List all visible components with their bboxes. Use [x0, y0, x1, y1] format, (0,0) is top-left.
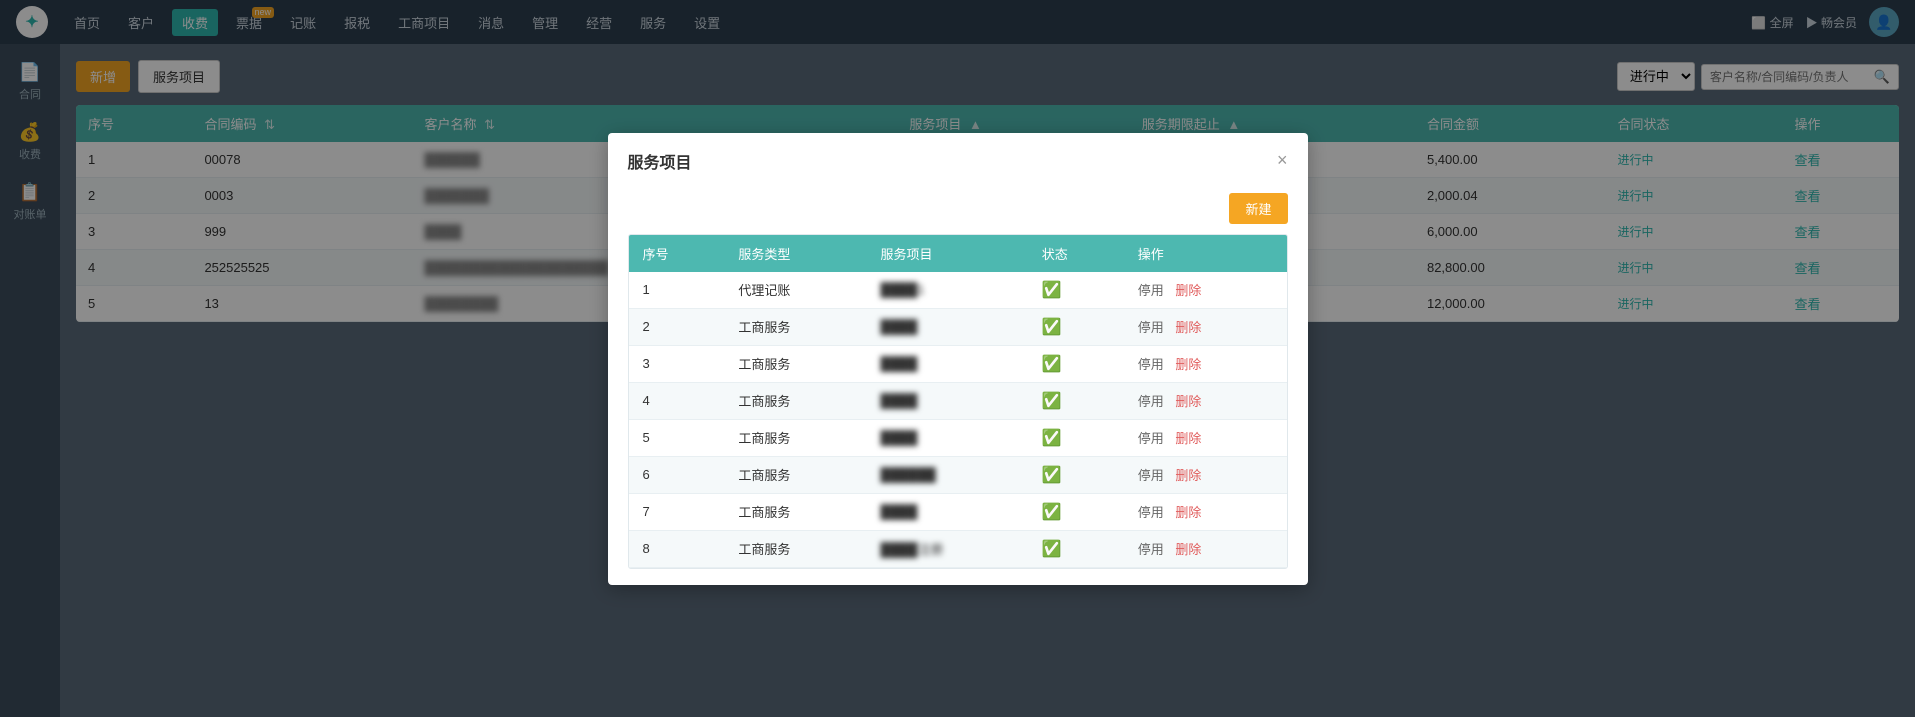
modal-cell-seq: 7	[629, 493, 725, 530]
modal-new-button[interactable]: 新建	[1229, 193, 1287, 224]
service-modal: 服务项目 × 新建 序号 服务类型 服务项目 状态 操作	[608, 133, 1308, 585]
modal-cell-action[interactable]: 停用 删除	[1124, 272, 1287, 309]
modal-cell-status: ✅	[1028, 345, 1124, 382]
modal-table-row: 4 工商服务 ████ ✅ 停用 删除	[629, 382, 1287, 419]
modal-cell-item: ████	[866, 382, 1027, 419]
modal-cell-item: ████1	[866, 272, 1027, 309]
modal-cell-item: ██████	[866, 456, 1027, 493]
status-check-icon: ✅	[1042, 541, 1062, 558]
modal-cell-item: ████	[866, 308, 1027, 345]
modal-table-header-row: 序号 服务类型 服务项目 状态 操作	[629, 235, 1287, 272]
modal-cell-seq: 6	[629, 456, 725, 493]
modal-table-row: 3 工商服务 ████ ✅ 停用 删除	[629, 345, 1287, 382]
modal-cell-seq: 4	[629, 382, 725, 419]
modal-col-type: 服务类型	[724, 235, 866, 272]
modal-cell-type: 代理记账	[724, 272, 866, 309]
status-check-icon: ✅	[1042, 430, 1062, 447]
modal-cell-type: 工商服务	[724, 456, 866, 493]
modal-col-seq: 序号	[629, 235, 725, 272]
status-check-icon: ✅	[1042, 504, 1062, 521]
modal-cell-seq: 1	[629, 272, 725, 309]
modal-cell-type: 工商服务	[724, 345, 866, 382]
stop-button[interactable]: 停用	[1138, 357, 1164, 372]
delete-button[interactable]: 删除	[1175, 357, 1201, 372]
modal-cell-status: ✅	[1028, 456, 1124, 493]
stop-button[interactable]: 停用	[1138, 320, 1164, 335]
modal-header: 服务项目 ×	[608, 133, 1308, 183]
modal-cell-item: ████	[866, 493, 1027, 530]
delete-button[interactable]: 删除	[1175, 431, 1201, 446]
modal-cell-seq: 2	[629, 308, 725, 345]
delete-button[interactable]: 删除	[1175, 468, 1201, 483]
modal-cell-type: 工商服务	[724, 419, 866, 456]
status-check-icon: ✅	[1042, 356, 1062, 373]
stop-button[interactable]: 停用	[1138, 283, 1164, 298]
modal-cell-type: 工商服务	[724, 382, 866, 419]
modal-cell-action[interactable]: 停用 删除	[1124, 382, 1287, 419]
modal-cell-seq: 8	[629, 530, 725, 567]
stop-button[interactable]: 停用	[1138, 394, 1164, 409]
delete-button[interactable]: 删除	[1175, 394, 1201, 409]
modal-toolbar: 新建	[628, 193, 1288, 224]
stop-button[interactable]: 停用	[1138, 542, 1164, 557]
delete-button[interactable]: 删除	[1175, 505, 1201, 520]
modal-cell-item: ████	[866, 419, 1027, 456]
modal-col-status: 状态	[1028, 235, 1124, 272]
modal-cell-type: 工商服务	[724, 530, 866, 567]
modal-table-wrap[interactable]: 序号 服务类型 服务项目 状态 操作 1 代理记账 ████1 ✅ 停用 删除 …	[628, 234, 1288, 569]
modal-cell-status: ✅	[1028, 493, 1124, 530]
delete-button[interactable]: 删除	[1175, 320, 1201, 335]
modal-cell-status: ✅	[1028, 272, 1124, 309]
stop-button[interactable]: 停用	[1138, 505, 1164, 520]
status-check-icon: ✅	[1042, 319, 1062, 336]
delete-button[interactable]: 删除	[1175, 283, 1201, 298]
delete-button[interactable]: 删除	[1175, 542, 1201, 557]
modal-cell-action[interactable]: 停用 删除	[1124, 493, 1287, 530]
modal-cell-action[interactable]: 停用 删除	[1124, 345, 1287, 382]
modal-cell-type: 工商服务	[724, 308, 866, 345]
modal-cell-action[interactable]: 停用 删除	[1124, 456, 1287, 493]
modal-cell-status: ✅	[1028, 419, 1124, 456]
modal-cell-seq: 5	[629, 419, 725, 456]
modal-cell-seq: 3	[629, 345, 725, 382]
status-check-icon: ✅	[1042, 282, 1062, 299]
modal-body: 新建 序号 服务类型 服务项目 状态 操作 1 代理记账	[608, 183, 1308, 585]
stop-button[interactable]: 停用	[1138, 431, 1164, 446]
modal-cell-type: 工商服务	[724, 493, 866, 530]
modal-cell-item: ████	[866, 345, 1027, 382]
modal-overlay[interactable]: 服务项目 × 新建 序号 服务类型 服务项目 状态 操作	[0, 0, 1915, 717]
modal-cell-status: ✅	[1028, 530, 1124, 567]
modal-cell-status: ✅	[1028, 382, 1124, 419]
modal-table-row: 1 代理记账 ████1 ✅ 停用 删除	[629, 272, 1287, 309]
modal-col-action: 操作	[1124, 235, 1287, 272]
status-check-icon: ✅	[1042, 393, 1062, 410]
modal-table-row: 5 工商服务 ████ ✅ 停用 删除	[629, 419, 1287, 456]
modal-close-button[interactable]: ×	[1277, 150, 1288, 171]
status-check-icon: ✅	[1042, 467, 1062, 484]
modal-cell-action[interactable]: 停用 删除	[1124, 530, 1287, 567]
modal-title: 服务项目	[628, 149, 692, 173]
modal-table-row: 8 工商服务 ████注册 ✅ 停用 删除	[629, 530, 1287, 567]
modal-cell-status: ✅	[1028, 308, 1124, 345]
modal-table-row: 6 工商服务 ██████ ✅ 停用 删除	[629, 456, 1287, 493]
stop-button[interactable]: 停用	[1138, 468, 1164, 483]
modal-table-row: 7 工商服务 ████ ✅ 停用 删除	[629, 493, 1287, 530]
modal-service-table: 序号 服务类型 服务项目 状态 操作 1 代理记账 ████1 ✅ 停用 删除 …	[629, 235, 1287, 568]
modal-col-item: 服务项目	[866, 235, 1027, 272]
modal-cell-action[interactable]: 停用 删除	[1124, 308, 1287, 345]
modal-table-row: 2 工商服务 ████ ✅ 停用 删除	[629, 308, 1287, 345]
modal-cell-item: ████注册	[866, 530, 1027, 567]
modal-cell-action[interactable]: 停用 删除	[1124, 419, 1287, 456]
